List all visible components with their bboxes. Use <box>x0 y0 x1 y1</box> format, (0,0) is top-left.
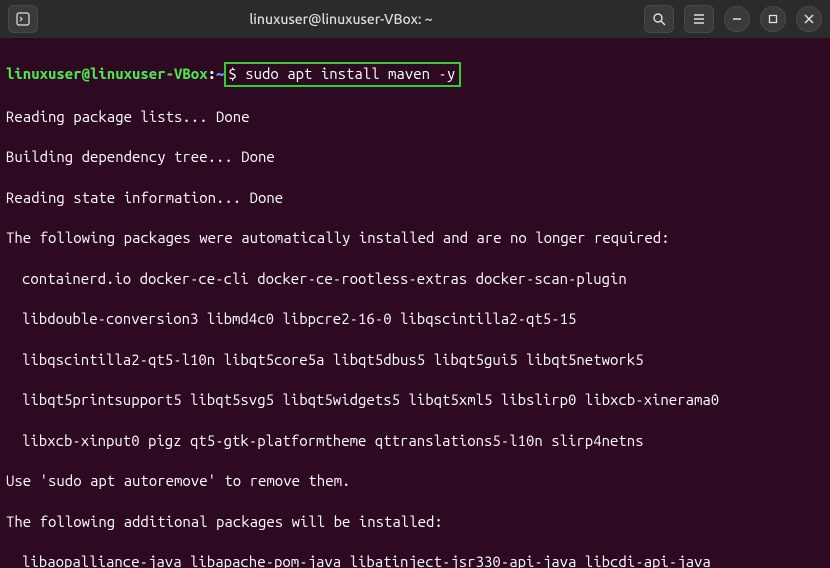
command-highlight-box: $ sudo apt install maven -y <box>224 62 461 86</box>
prompt-user-host: linuxuser@linuxuser-VBox <box>6 65 208 82</box>
output-line: libqscintilla2-qt5-l10n libqt5core5a lib… <box>6 350 824 370</box>
maximize-button[interactable] <box>760 6 786 32</box>
search-icon <box>652 12 666 26</box>
close-button[interactable] <box>796 6 822 32</box>
window-title: linuxuser@linuxuser-VBox: ~ <box>46 11 636 27</box>
close-icon <box>804 14 814 24</box>
command-text: sudo apt install maven -y <box>245 65 455 82</box>
output-line: containerd.io docker-ce-cli docker-ce-ro… <box>6 269 824 289</box>
prompt-path: ~ <box>216 65 224 82</box>
output-line: The following packages were automaticall… <box>6 228 824 248</box>
output-line: Reading package lists... Done <box>6 107 824 127</box>
minimize-button[interactable] <box>724 6 750 32</box>
output-line: Reading state information... Done <box>6 188 824 208</box>
search-button[interactable] <box>644 5 674 33</box>
output-line: Use 'sudo apt autoremove' to remove them… <box>6 471 824 491</box>
titlebar: linuxuser@linuxuser-VBox: ~ <box>0 0 830 38</box>
new-tab-button[interactable] <box>8 5 38 33</box>
prompt-colon: : <box>208 65 216 82</box>
maximize-icon <box>768 14 778 24</box>
minimize-icon <box>732 14 742 24</box>
terminal-plus-icon <box>16 12 30 26</box>
terminal-body[interactable]: linuxuser@linuxuser-VBox:~$ sudo apt ins… <box>0 38 830 568</box>
output-line: libaopalliance-java libapache-pom-java l… <box>6 552 824 568</box>
output-line: The following additional packages will b… <box>6 512 824 532</box>
output-line: libxcb-xinput0 pigz qt5-gtk-platformthem… <box>6 431 824 451</box>
output-line: libqt5printsupport5 libqt5svg5 libqt5wid… <box>6 390 824 410</box>
prompt-dollar: $ <box>228 65 236 82</box>
output-line: Building dependency tree... Done <box>6 147 824 167</box>
output-line: libdouble-conversion3 libmd4c0 libpcre2-… <box>6 309 824 329</box>
menu-button[interactable] <box>684 5 714 33</box>
hamburger-icon <box>692 12 706 26</box>
